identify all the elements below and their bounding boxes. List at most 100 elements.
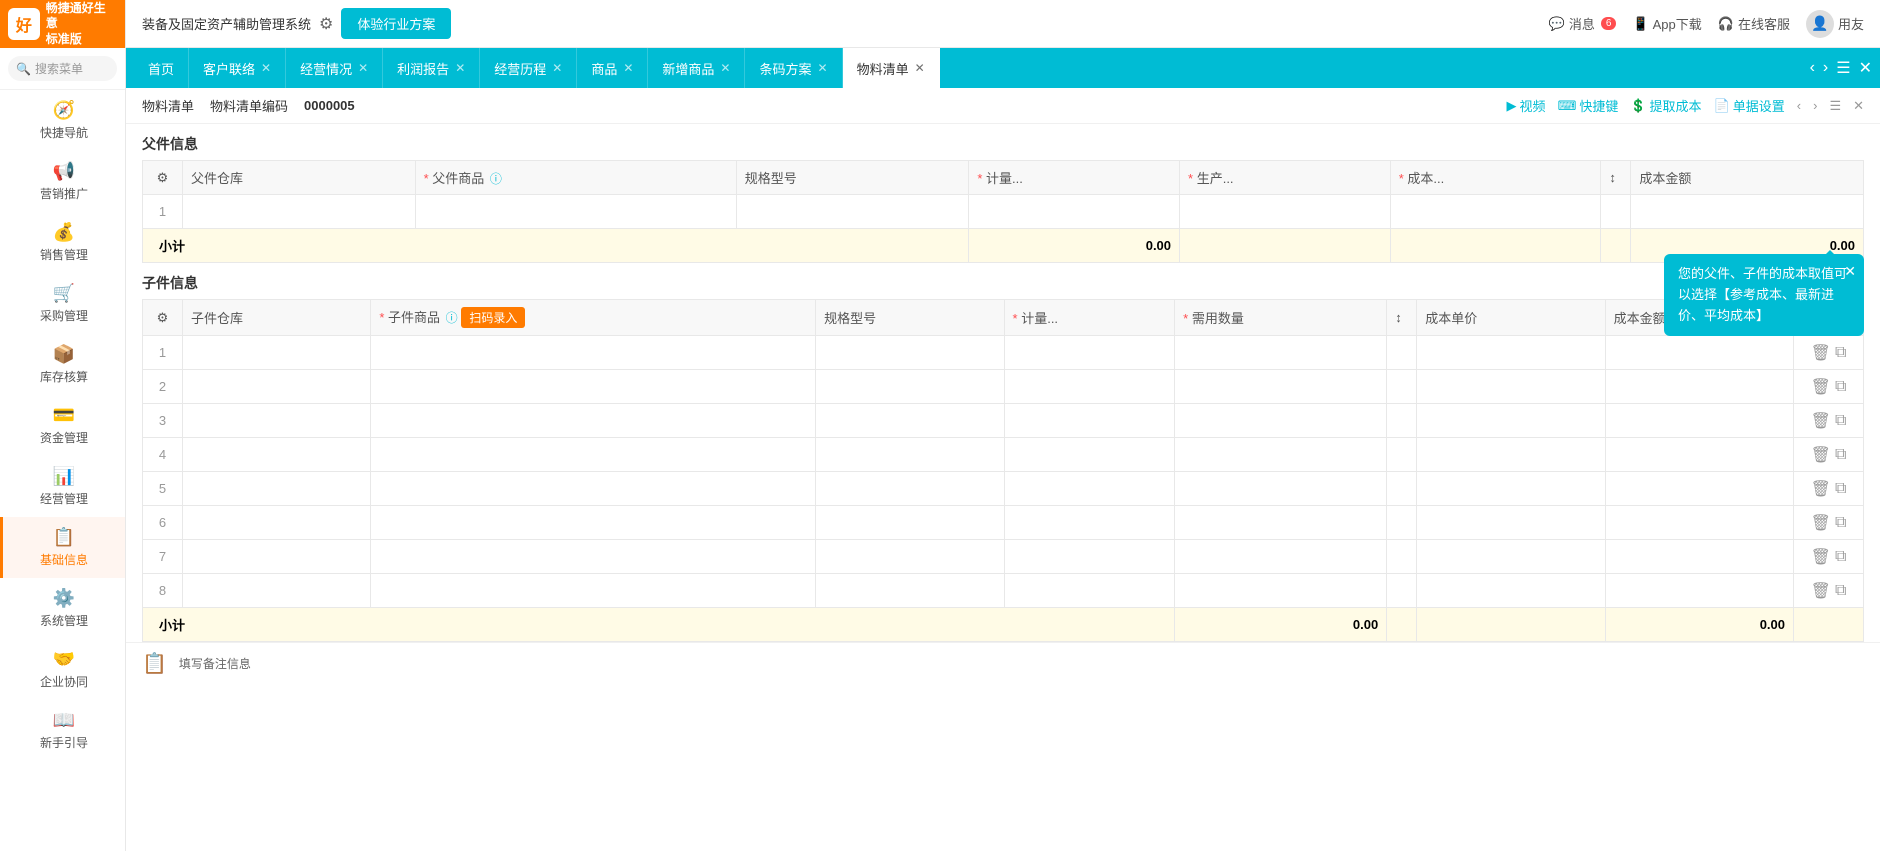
sidebar-item-operations[interactable]: 📊 经营管理 <box>0 456 125 517</box>
tooltip-close[interactable]: ✕ <box>1844 260 1856 282</box>
child-warehouse-4[interactable] <box>183 438 371 472</box>
scan-button[interactable]: 扫码录入 <box>461 307 525 328</box>
child-cost-amount-6[interactable] <box>1605 506 1793 540</box>
tab-home[interactable]: 首页 <box>134 48 189 88</box>
tab-operations[interactable]: 经营情况✕ <box>286 48 383 88</box>
tab-newgoods[interactable]: 新增商品✕ <box>648 48 745 88</box>
tab-close-operations[interactable]: ✕ <box>358 61 368 75</box>
sidebar-item-system[interactable]: ⚙️ 系统管理 <box>0 578 125 639</box>
copy-icon-8[interactable]: ⧉ <box>1835 582 1846 600</box>
child-spec-3[interactable] <box>816 404 1004 438</box>
cost-extract-link[interactable]: 💲 提取成本 <box>1630 96 1701 115</box>
note-icon[interactable]: 📋 <box>142 651 167 676</box>
nav-arrow-right[interactable]: › <box>1813 98 1817 113</box>
online-support-item[interactable]: 🎧 在线客服 <box>1718 14 1790 33</box>
parent-spec-cell[interactable] <box>736 195 969 229</box>
child-spec-6[interactable] <box>816 506 1004 540</box>
parent-warehouse-cell[interactable] <box>183 195 416 229</box>
copy-icon-2[interactable]: ⧉ <box>1835 378 1846 396</box>
delete-icon-5[interactable]: 🗑 <box>1811 479 1831 499</box>
child-cost-amount-5[interactable] <box>1605 472 1793 506</box>
shortcut-link[interactable]: ⌨ 快捷键 <box>1558 96 1619 115</box>
sidebar-item-quicknav[interactable]: 🧭 快捷导航 <box>0 90 125 151</box>
child-cost-amount-1[interactable] <box>1605 336 1793 370</box>
child-unit-2[interactable] <box>1004 370 1175 404</box>
child-spec-1[interactable] <box>816 336 1004 370</box>
child-unit-4[interactable] <box>1004 438 1175 472</box>
child-spec-2[interactable] <box>816 370 1004 404</box>
child-warehouse-1[interactable] <box>183 336 371 370</box>
user-item[interactable]: 👤 用友 <box>1806 10 1864 38</box>
copy-icon-4[interactable]: ⧉ <box>1835 446 1846 464</box>
child-cost-amount-7[interactable] <box>1605 540 1793 574</box>
child-warehouse-2[interactable] <box>183 370 371 404</box>
child-warehouse-5[interactable] <box>183 472 371 506</box>
trial-button[interactable]: 体验行业方案 <box>341 8 451 39</box>
copy-icon-3[interactable]: ⧉ <box>1835 412 1846 430</box>
child-goods-7[interactable] <box>371 540 816 574</box>
tab-bom[interactable]: 物料清单✕ <box>843 48 940 88</box>
tab-close-barcode[interactable]: ✕ <box>818 61 828 75</box>
child-cost-amount-2[interactable] <box>1605 370 1793 404</box>
child-unit-cost-8[interactable] <box>1417 574 1605 608</box>
delete-icon-8[interactable]: 🗑 <box>1811 581 1831 601</box>
delete-icon-3[interactable]: 🗑 <box>1811 411 1831 431</box>
delete-icon-2[interactable]: 🗑 <box>1811 377 1831 397</box>
parent-goods-cell[interactable] <box>415 195 736 229</box>
tab-close-bom[interactable]: ✕ <box>915 61 925 75</box>
child-qty-8[interactable] <box>1175 574 1387 608</box>
child-spec-7[interactable] <box>816 540 1004 574</box>
child-warehouse-6[interactable] <box>183 506 371 540</box>
copy-icon-6[interactable]: ⧉ <box>1835 514 1846 532</box>
child-qty-6[interactable] <box>1175 506 1387 540</box>
sidebar-item-marketing[interactable]: 📢 营销推广 <box>0 151 125 212</box>
form-close-icon[interactable]: ✕ <box>1853 98 1864 114</box>
tabs-menu[interactable]: ☰ <box>1836 58 1850 78</box>
child-unit-1[interactable] <box>1004 336 1175 370</box>
child-spec-5[interactable] <box>816 472 1004 506</box>
child-unit-8[interactable] <box>1004 574 1175 608</box>
tab-barcode[interactable]: 条码方案✕ <box>745 48 842 88</box>
sidebar-search-container[interactable]: 🔍 搜索菜单 <box>0 48 125 90</box>
app-download-item[interactable]: 📱 App下载 <box>1632 14 1701 33</box>
sidebar-item-basicinfo[interactable]: 📋 基础信息 <box>0 517 125 578</box>
child-unit-5[interactable] <box>1004 472 1175 506</box>
message-item[interactable]: 💬 消息 6 <box>1549 14 1617 33</box>
th-settings[interactable]: ⚙ <box>143 161 183 195</box>
child-unit-cost-7[interactable] <box>1417 540 1605 574</box>
sidebar-item-sales[interactable]: 💰 销售管理 <box>0 212 125 273</box>
tab-close-goods[interactable]: ✕ <box>623 61 633 75</box>
child-unit-cost-3[interactable] <box>1417 404 1605 438</box>
parent-unit-cell[interactable] <box>969 195 1180 229</box>
sidebar-item-purchase[interactable]: 🛒 采购管理 <box>0 273 125 334</box>
sidebar-item-finance[interactable]: 💳 资金管理 <box>0 395 125 456</box>
th-child-settings[interactable]: ⚙ <box>143 300 183 336</box>
tab-profit[interactable]: 利润报告✕ <box>383 48 480 88</box>
child-qty-4[interactable] <box>1175 438 1387 472</box>
breadcrumb-item1[interactable]: 物料清单 <box>142 96 194 115</box>
parent-cost-cell[interactable] <box>1390 195 1601 229</box>
copy-icon-5[interactable]: ⧉ <box>1835 480 1846 498</box>
tab-history[interactable]: 经营历程✕ <box>480 48 577 88</box>
delete-icon-7[interactable]: 🗑 <box>1811 547 1831 567</box>
parent-production-cell[interactable] <box>1180 195 1391 229</box>
delete-icon-6[interactable]: 🗑 <box>1811 513 1831 533</box>
tabs-nav-left[interactable]: ‹ <box>1810 59 1815 77</box>
tabs-close-all[interactable]: ✕ <box>1859 58 1872 78</box>
tab-close-newgoods[interactable]: ✕ <box>720 61 730 75</box>
child-qty-1[interactable] <box>1175 336 1387 370</box>
delete-icon-4[interactable]: 🗑 <box>1811 445 1831 465</box>
child-cost-amount-3[interactable] <box>1605 404 1793 438</box>
parent-cost-amount-cell[interactable] <box>1631 195 1864 229</box>
single-settings-link[interactable]: 📄 单据设置 <box>1714 96 1785 115</box>
child-qty-5[interactable] <box>1175 472 1387 506</box>
child-unit-6[interactable] <box>1004 506 1175 540</box>
child-warehouse-7[interactable] <box>183 540 371 574</box>
child-qty-2[interactable] <box>1175 370 1387 404</box>
list-view-icon[interactable]: ☰ <box>1829 98 1841 114</box>
child-goods-6[interactable] <box>371 506 816 540</box>
child-unit-7[interactable] <box>1004 540 1175 574</box>
copy-icon-1[interactable]: ⧉ <box>1835 344 1846 362</box>
child-cost-amount-4[interactable] <box>1605 438 1793 472</box>
sidebar-item-inventory[interactable]: 📦 库存核算 <box>0 334 125 395</box>
